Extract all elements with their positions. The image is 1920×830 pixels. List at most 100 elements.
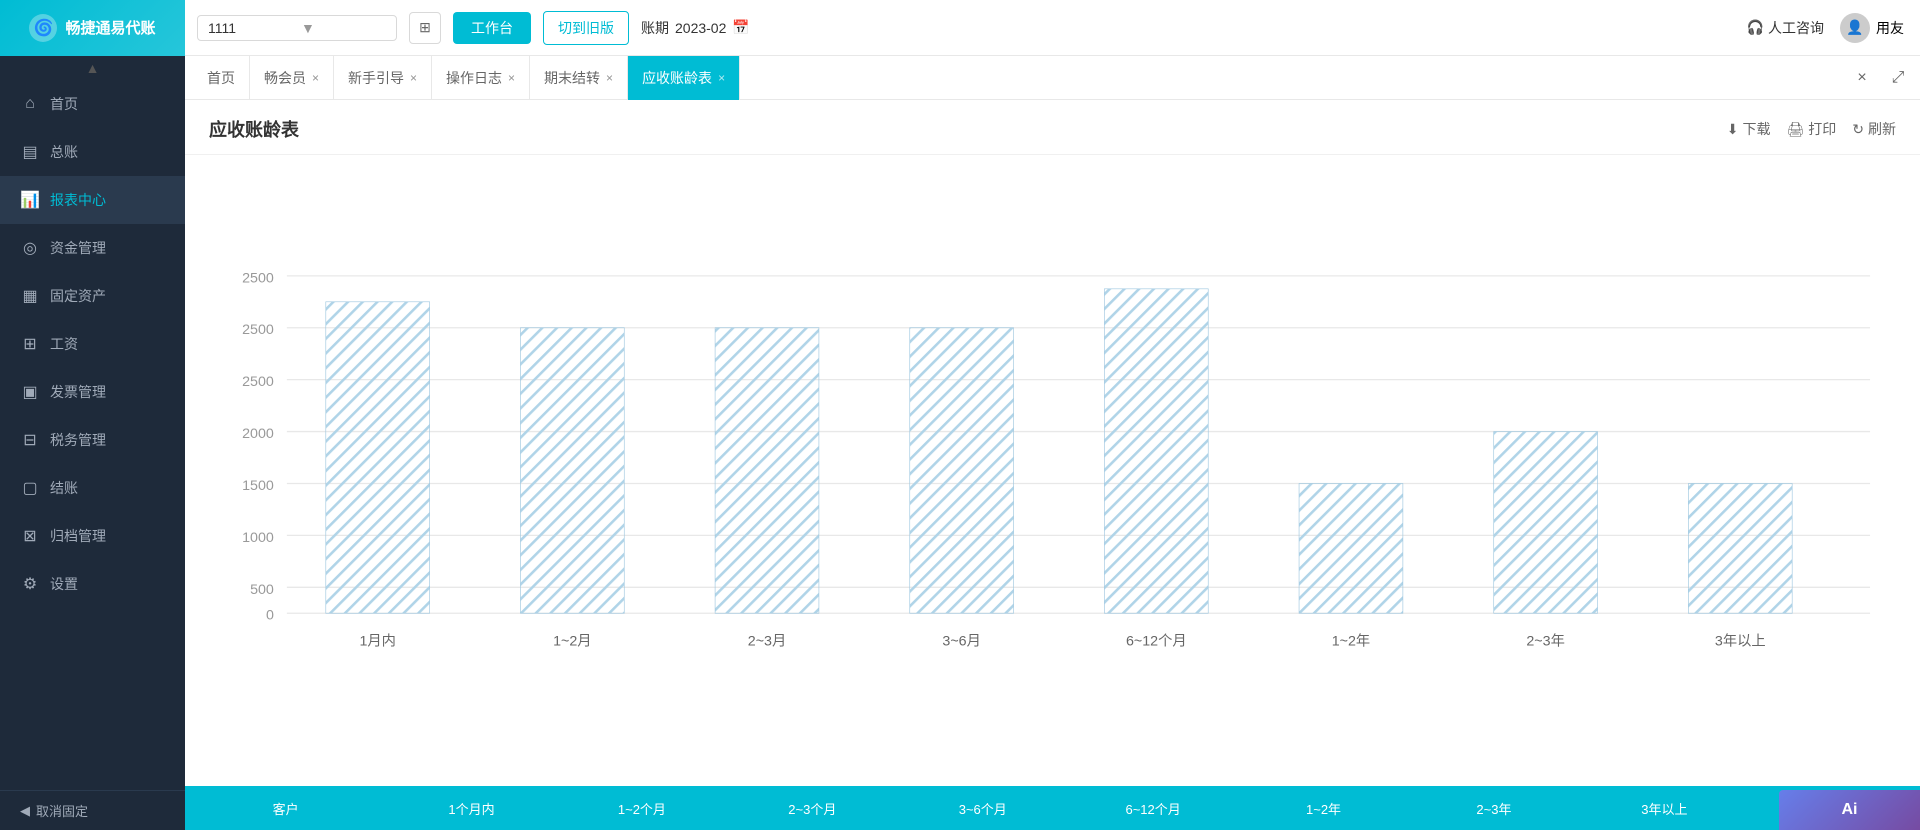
close-tabs-button[interactable]: × <box>1848 64 1876 92</box>
print-icon: 🖨 <box>1786 121 1804 138</box>
ledger-icon: ▤ <box>20 142 40 162</box>
logo-icon: 🌀 <box>29 14 57 42</box>
pin-icon: ◀ <box>20 803 30 819</box>
close-icon[interactable]: × <box>508 71 515 85</box>
consult-label: 人工咨询 <box>1768 18 1824 38</box>
bar-1-2年 <box>1299 483 1403 613</box>
col-2-3month: 2~3个月 <box>727 799 897 818</box>
svg-text:6~12个月: 6~12个月 <box>1126 633 1187 650</box>
svg-text:1月内: 1月内 <box>359 633 395 650</box>
cancel-pin-label: 取消固定 <box>36 801 88 820</box>
sidebar-item-ledger[interactable]: ▤ 总账 <box>0 128 185 176</box>
salary-icon: ⊞ <box>20 334 40 354</box>
user-area[interactable]: 👤 用友 <box>1840 13 1904 43</box>
assets-icon: ▦ <box>20 286 40 306</box>
col-3-6month: 3~6个月 <box>898 799 1068 818</box>
sidebar-item-label: 资金管理 <box>50 238 106 258</box>
tab-guide[interactable]: 新手引导 × <box>334 56 432 100</box>
tab-label: 畅会员 <box>264 68 306 88</box>
sidebar-item-reports[interactable]: 📊 报表中心 <box>0 176 185 224</box>
sidebar-item-salary[interactable]: ⊞ 工资 <box>0 320 185 368</box>
download-button[interactable]: ⬇ 下载 <box>1727 119 1771 139</box>
svg-text:0: 0 <box>266 608 274 624</box>
cancel-pin-button[interactable]: ◀ 取消固定 <box>0 790 185 830</box>
close-icon[interactable]: × <box>410 71 417 85</box>
sidebar-item-label: 工资 <box>50 334 78 354</box>
download-label: 下载 <box>1742 119 1770 139</box>
sidebar-item-settings[interactable]: ⚙ 设置 <box>0 560 185 608</box>
switch-version-button[interactable]: 切到旧版 <box>543 11 629 45</box>
tab-home[interactable]: 首页 <box>193 56 250 100</box>
logo-text: 畅捷通易代账 <box>65 17 155 38</box>
chevron-down-icon: ▼ <box>301 20 386 36</box>
refresh-icon: ↻ <box>1852 121 1864 138</box>
svg-text:500: 500 <box>250 582 274 598</box>
svg-text:2500: 2500 <box>242 322 274 338</box>
tax-icon: ⊟ <box>20 430 40 450</box>
svg-text:1500: 1500 <box>242 478 274 494</box>
archive-icon: ⊠ <box>20 526 40 546</box>
sidebar-item-home[interactable]: ⌂ 首页 <box>0 80 185 128</box>
page-header: 应收账龄表 ⬇ 下载 🖨 打印 ↻ 刷新 <box>185 100 1920 155</box>
sidebar-item-label: 固定资产 <box>50 286 106 306</box>
close-icon[interactable]: × <box>312 71 319 85</box>
svg-text:2000: 2000 <box>242 426 274 442</box>
sidebar-item-tax[interactable]: ⊟ 税务管理 <box>0 416 185 464</box>
avatar: 👤 <box>1840 13 1870 43</box>
sidebar-item-archive[interactable]: ⊠ 归档管理 <box>0 512 185 560</box>
col-6-12month: 6~12个月 <box>1068 799 1238 818</box>
expand-tabs-button[interactable]: ⤢ <box>1884 64 1912 92</box>
company-selector[interactable]: 1111 ▼ <box>197 15 397 41</box>
chart-area: 0 500 1000 1500 2000 2500 2500 2500 <box>185 155 1920 786</box>
sidebar-item-assets[interactable]: ▦ 固定资产 <box>0 272 185 320</box>
page-actions: ⬇ 下载 🖨 打印 ↻ 刷新 <box>1727 119 1896 139</box>
tab-member[interactable]: 畅会员 × <box>250 56 334 100</box>
copy-button[interactable]: ⊞ <box>409 12 441 44</box>
tab-label: 应收账龄表 <box>642 68 712 88</box>
tab-bar-right: × ⤢ <box>1848 64 1912 92</box>
print-label: 打印 <box>1808 119 1836 139</box>
bar-1-2月 <box>520 328 624 613</box>
tab-bar: 首页 畅会员 × 新手引导 × 操作日志 × 期末结转 × 应收账龄表 × <box>185 56 1920 100</box>
col-1-2year: 1~2年 <box>1238 799 1408 818</box>
workbench-button[interactable]: 工作台 <box>453 12 531 44</box>
home-icon: ⌂ <box>20 95 40 113</box>
tab-label: 期末结转 <box>544 68 600 88</box>
bar-3-6月 <box>910 328 1014 613</box>
tab-oplog[interactable]: 操作日志 × <box>432 56 530 100</box>
sidebar-item-label: 设置 <box>50 574 78 594</box>
close-icon[interactable]: × <box>606 71 613 85</box>
col-1-2month: 1~2个月 <box>557 799 727 818</box>
refresh-button[interactable]: ↻ 刷新 <box>1852 119 1896 139</box>
ai-assistant-button[interactable]: Ai <box>1779 790 1920 830</box>
sidebar-item-label: 报表中心 <box>50 190 106 210</box>
settings-icon: ⚙ <box>20 574 40 594</box>
bar-2-3月 <box>715 328 819 613</box>
sidebar-scroll-up[interactable]: ▲ <box>0 56 185 80</box>
svg-text:1~2月: 1~2月 <box>553 634 591 650</box>
svg-text:1000: 1000 <box>242 530 274 546</box>
svg-text:2500: 2500 <box>242 270 274 286</box>
sidebar-item-label: 结账 <box>50 478 78 498</box>
tab-label: 新手引导 <box>348 68 404 88</box>
tab-label: 操作日志 <box>446 68 502 88</box>
funds-icon: ◎ <box>20 238 40 258</box>
sidebar-item-funds[interactable]: ◎ 资金管理 <box>0 224 185 272</box>
sidebar-item-closing[interactable]: ▢ 结账 <box>0 464 185 512</box>
tab-aging[interactable]: 应收账龄表 × <box>628 56 740 100</box>
close-icon[interactable]: × <box>718 71 725 85</box>
sidebar-item-invoice[interactable]: ▣ 发票管理 <box>0 368 185 416</box>
tab-period-end[interactable]: 期末结转 × <box>530 56 628 100</box>
calendar-icon[interactable]: 📅 <box>732 19 749 36</box>
download-icon: ⬇ <box>1727 121 1739 138</box>
content-area: 首页 畅会员 × 新手引导 × 操作日志 × 期末结转 × 应收账龄表 × <box>185 56 1920 830</box>
top-header: 🌀 畅捷通易代账 1111 ▼ ⊞ 工作台 切到旧版 账期 2023-02 📅 … <box>0 0 1920 56</box>
table-header: 客户 1个月内 1~2个月 2~3个月 3~6个月 6~12个月 1~2年 2~… <box>185 786 1920 830</box>
page-title: 应收账龄表 <box>209 116 299 142</box>
svg-text:3~6月: 3~6月 <box>942 634 980 650</box>
consult-button[interactable]: 🎧 人工咨询 <box>1747 18 1824 38</box>
period-label: 账期 <box>641 18 669 38</box>
closing-icon: ▢ <box>20 478 40 498</box>
period-value: 2023-02 <box>675 20 726 36</box>
print-button[interactable]: 🖨 打印 <box>1786 119 1836 139</box>
